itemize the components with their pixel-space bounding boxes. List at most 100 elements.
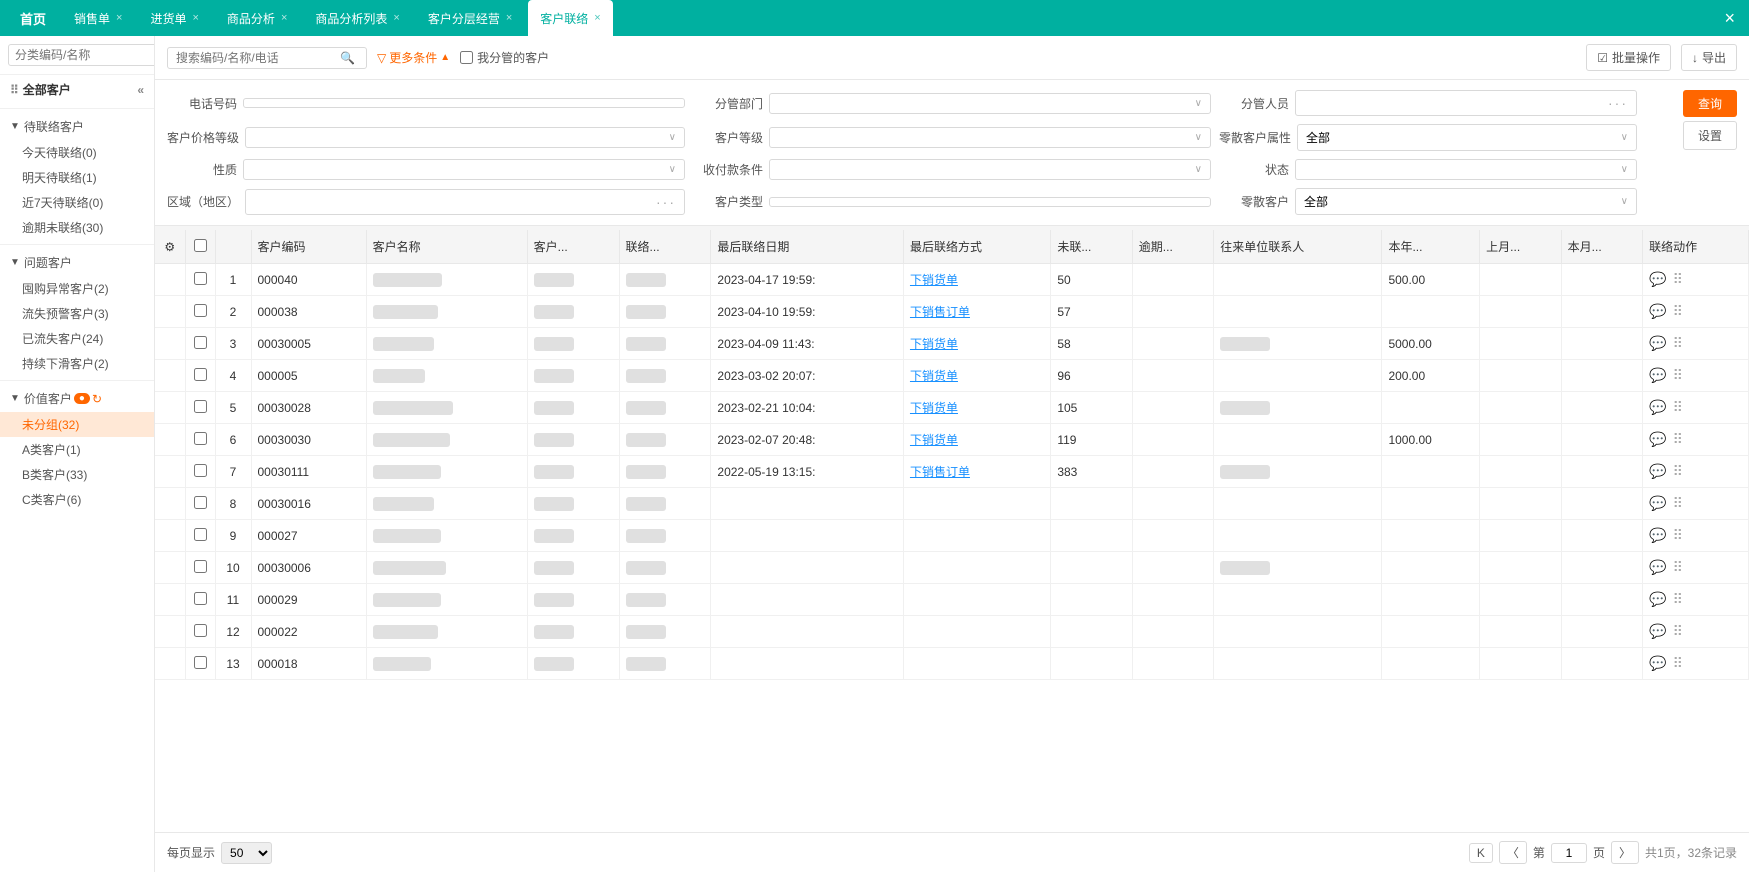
page-number-input[interactable] [1551, 843, 1587, 863]
sidebar-all-customers[interactable]: ⠿ 全部客户 « [0, 75, 154, 104]
contact-icon[interactable]: 💬 [1649, 655, 1666, 672]
filter-search-input[interactable] [176, 51, 336, 65]
first-page-button[interactable]: K [1469, 843, 1493, 863]
contact-icon[interactable]: 💬 [1649, 335, 1666, 352]
sidebar-item-churned[interactable]: 已流失客户(24) [0, 326, 154, 351]
contact-icon[interactable]: 💬 [1649, 303, 1666, 320]
more-action-icon[interactable]: ⠿ [1673, 399, 1683, 416]
filter-search-box[interactable]: 🔍 [167, 47, 367, 69]
contact-icon[interactable]: 💬 [1649, 399, 1666, 416]
sidebar-item-today[interactable]: 今天待联络(0) [0, 140, 154, 165]
row-checkbox[interactable] [194, 560, 207, 573]
nav-tab-product-list[interactable]: 商品分析列表 × [303, 0, 411, 36]
close-product-analysis-tab-icon[interactable]: × [281, 12, 287, 24]
nav-tab-customer-tier[interactable]: 客户分层经营 × [416, 0, 524, 36]
nav-tab-purchase[interactable]: 进货单 × [138, 0, 210, 36]
sidebar-item-hoarding[interactable]: 囤购异常客户(2) [0, 276, 154, 301]
contact-icon[interactable]: 💬 [1649, 527, 1666, 544]
sidebar-item-ungrouped[interactable]: 未分组(32) [0, 412, 154, 437]
sidebar-item-grade-a[interactable]: A类客户(1) [0, 437, 154, 462]
row-last-method[interactable]: 下销售订单 [903, 296, 1050, 328]
nav-tab-sales[interactable]: 销售单 × [62, 0, 134, 36]
batch-operation-button[interactable]: ☑ 批量操作 [1586, 44, 1671, 71]
contact-icon[interactable]: 💬 [1649, 591, 1666, 608]
retail-select[interactable]: 全部∨ [1295, 188, 1637, 215]
nav-tab-customer-contact[interactable]: 客户联络 × [528, 0, 612, 36]
sidebar-item-grade-b[interactable]: B类客户(33) [0, 462, 154, 487]
more-action-icon[interactable]: ⠿ [1673, 495, 1683, 512]
sidebar-item-churn-warning[interactable]: 流失预警客户(3) [0, 301, 154, 326]
row-checkbox[interactable] [194, 656, 207, 669]
price-grade-select[interactable]: ∨ [245, 127, 685, 148]
contact-icon[interactable]: 💬 [1649, 271, 1666, 288]
row-checkbox[interactable] [194, 432, 207, 445]
row-checkbox[interactable] [194, 624, 207, 637]
row-checkbox[interactable] [194, 496, 207, 509]
sidebar-group-value[interactable]: ▼ 价值客户 ● ↻ [0, 385, 154, 412]
row-checkbox[interactable] [194, 592, 207, 605]
row-checkbox[interactable] [194, 304, 207, 317]
row-last-method[interactable]: 下销货单 [903, 264, 1050, 296]
nav-home[interactable]: 首页 [8, 0, 58, 36]
col-settings[interactable]: ⚙ [155, 230, 185, 264]
row-last-method[interactable]: 下销货单 [903, 328, 1050, 360]
more-conditions-btn[interactable]: ▽ 更多条件 ▲ [377, 49, 450, 66]
payment-select[interactable]: ∨ [769, 159, 1211, 180]
row-checkbox-cell[interactable] [185, 392, 215, 424]
more-action-icon[interactable]: ⠿ [1673, 655, 1683, 672]
more-action-icon[interactable]: ⠿ [1673, 527, 1683, 544]
row-last-method[interactable]: 下销货单 [903, 392, 1050, 424]
row-checkbox-cell[interactable] [185, 456, 215, 488]
contact-icon[interactable]: 💬 [1649, 367, 1666, 384]
close-product-list-tab-icon[interactable]: × [393, 12, 399, 24]
row-checkbox[interactable] [194, 368, 207, 381]
close-customer-tier-tab-icon[interactable]: × [506, 12, 512, 24]
contact-icon[interactable]: 💬 [1649, 623, 1666, 640]
grade-select[interactable]: ∨ [769, 127, 1211, 148]
row-last-method[interactable]: 下销货单 [903, 360, 1050, 392]
nature-select[interactable]: ∨ [243, 159, 685, 180]
row-checkbox[interactable] [194, 400, 207, 413]
row-checkbox[interactable] [194, 528, 207, 541]
sidebar-search-input[interactable] [8, 44, 155, 66]
close-all-button[interactable]: × [1718, 8, 1741, 29]
phone-input[interactable] [243, 98, 685, 108]
sidebar-item-declining[interactable]: 持续下滑客户(2) [0, 351, 154, 376]
sidebar-item-grade-c[interactable]: C类客户(6) [0, 487, 154, 512]
reset-button[interactable]: 设置 [1683, 121, 1737, 150]
sidebar-item-tomorrow[interactable]: 明天待联络(1) [0, 165, 154, 190]
select-all-checkbox[interactable] [194, 239, 207, 252]
row-checkbox-cell[interactable] [185, 552, 215, 584]
row-checkbox-cell[interactable] [185, 360, 215, 392]
retail-attr-select[interactable]: 全部∨ [1297, 124, 1637, 151]
row-checkbox-cell[interactable] [185, 488, 215, 520]
more-action-icon[interactable]: ⠿ [1673, 367, 1683, 384]
more-action-icon[interactable]: ⠿ [1673, 623, 1683, 640]
more-action-icon[interactable]: ⠿ [1673, 303, 1683, 320]
my-customers-filter[interactable]: 我分管的客户 [460, 49, 549, 66]
row-checkbox-cell[interactable] [185, 616, 215, 648]
sidebar-item-7days[interactable]: 近7天待联络(0) [0, 190, 154, 215]
contact-icon[interactable]: 💬 [1649, 463, 1666, 480]
more-action-icon[interactable]: ⠿ [1673, 335, 1683, 352]
export-button[interactable]: ↓ 导出 [1681, 44, 1737, 71]
row-checkbox-cell[interactable] [185, 424, 215, 456]
more-action-icon[interactable]: ⠿ [1673, 559, 1683, 576]
row-last-method[interactable]: 下销货单 [903, 424, 1050, 456]
contact-icon[interactable]: 💬 [1649, 559, 1666, 576]
close-purchase-tab-icon[interactable]: × [192, 12, 198, 24]
nav-tab-product-analysis[interactable]: 商品分析 × [215, 0, 299, 36]
more-action-icon[interactable]: ⠿ [1673, 271, 1683, 288]
my-customers-checkbox[interactable] [460, 51, 473, 64]
prev-page-button[interactable]: 〈 [1499, 841, 1527, 864]
contact-icon[interactable]: 💬 [1649, 495, 1666, 512]
status-select[interactable]: ∨ [1295, 159, 1637, 180]
row-checkbox[interactable] [194, 272, 207, 285]
region-input[interactable]: ··· [245, 189, 685, 215]
customer-type-input[interactable] [769, 197, 1211, 207]
staff-input[interactable]: ··· [1295, 90, 1637, 116]
query-button[interactable]: 查询 [1683, 90, 1737, 117]
row-checkbox-cell[interactable] [185, 264, 215, 296]
more-action-icon[interactable]: ⠿ [1673, 591, 1683, 608]
close-sales-tab-icon[interactable]: × [116, 12, 122, 24]
